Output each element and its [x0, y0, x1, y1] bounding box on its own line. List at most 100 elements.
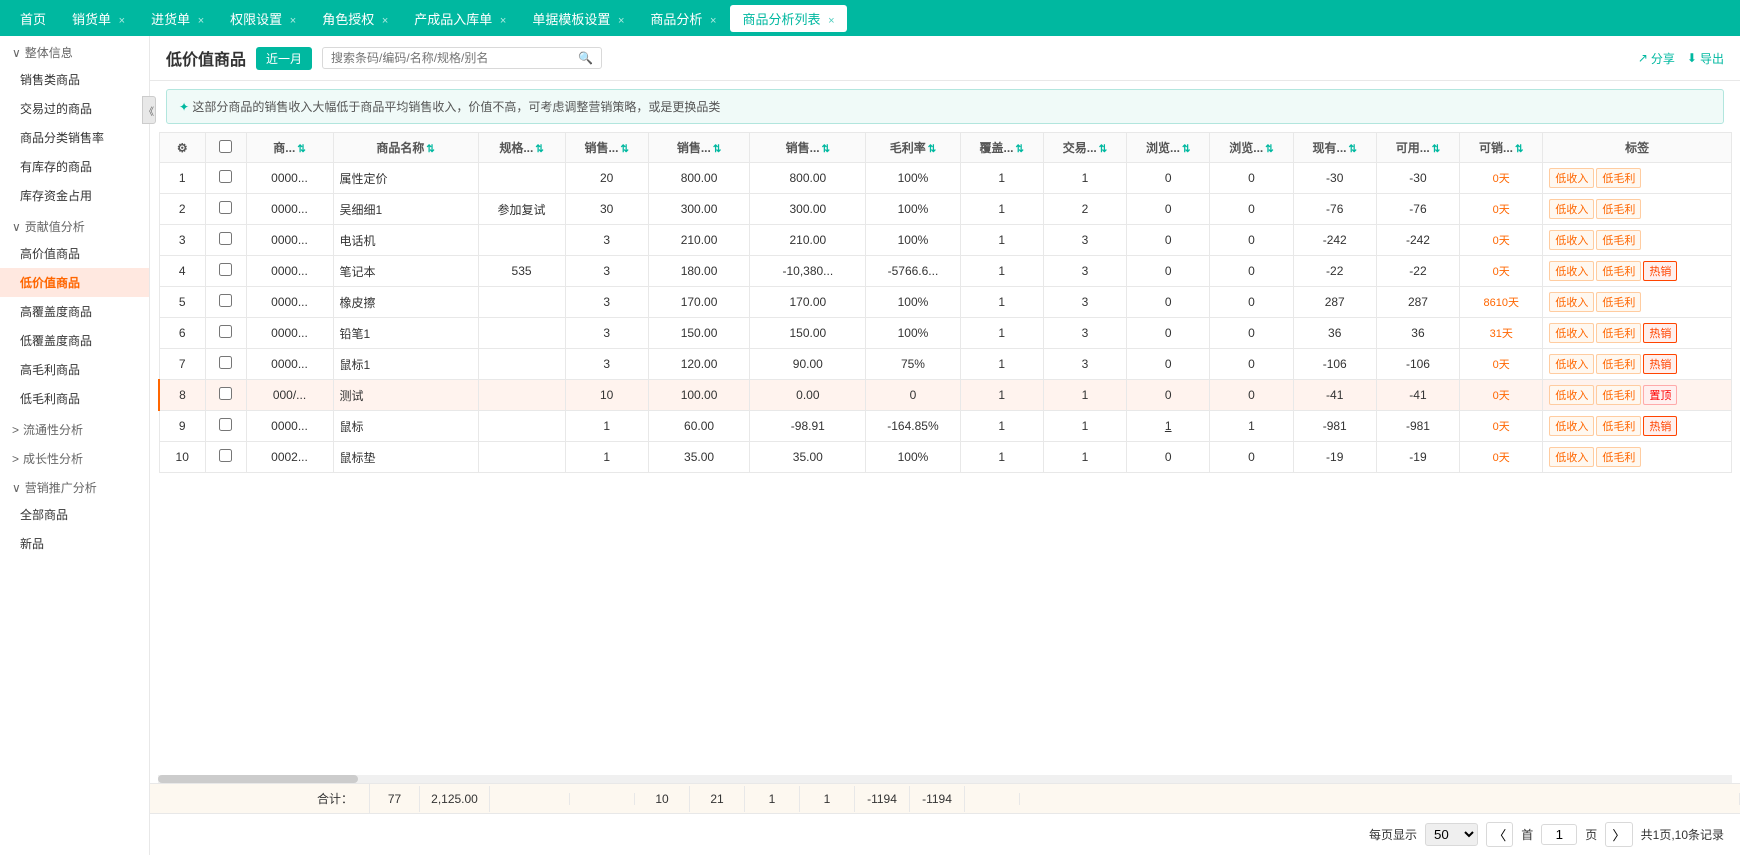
row-checkbox[interactable]	[219, 294, 232, 307]
nav-home[interactable]: 首页	[8, 5, 58, 32]
col-gross[interactable]: 毛利率⇅	[866, 133, 960, 163]
row-checkbox-cell[interactable]	[205, 225, 246, 256]
row-checkbox[interactable]	[219, 325, 232, 338]
row-gross: 100%	[866, 194, 960, 225]
row-sales2: 170.00	[648, 287, 750, 318]
row-sales1: 1	[565, 442, 648, 473]
sidebar-collapse-button[interactable]: 《	[142, 96, 156, 124]
horizontal-scrollbar[interactable]	[158, 775, 1732, 783]
row-checkbox[interactable]	[219, 201, 232, 214]
nav-template[interactable]: 单据模板设置 ×	[520, 5, 636, 32]
next-page-button[interactable]: 〉	[1605, 822, 1632, 847]
row-checkbox-cell[interactable]	[205, 318, 246, 349]
col-browse2[interactable]: 浏览...⇅	[1210, 133, 1293, 163]
col-trade[interactable]: 交易...⇅	[1043, 133, 1126, 163]
nav-permission[interactable]: 权限设置 ×	[218, 5, 308, 32]
row-checkbox-cell[interactable]	[205, 411, 246, 442]
col-sales2[interactable]: 销售...⇅	[648, 133, 750, 163]
sidebar-item-new-goods[interactable]: 新品	[0, 529, 149, 558]
col-browse1[interactable]: 浏览...⇅	[1127, 133, 1210, 163]
sidebar-item-high-coverage[interactable]: 高覆盖度商品	[0, 297, 149, 326]
row-checkbox[interactable]	[219, 232, 232, 245]
nav-purchase[interactable]: 进货单 ×	[139, 5, 216, 32]
col-settings[interactable]: ⚙	[159, 133, 205, 163]
row-checkbox-cell[interactable]	[205, 349, 246, 380]
page-number-input[interactable]	[1541, 824, 1577, 845]
page-size-select[interactable]: 50 100	[1425, 823, 1478, 846]
sidebar-item-high-value[interactable]: 高价值商品	[0, 239, 149, 268]
share-button[interactable]: ↗ 分享	[1638, 50, 1675, 67]
sidebar-group-contribution[interactable]: ∨ 贡献值分析	[0, 210, 149, 239]
footer-avail: -1194	[910, 786, 965, 812]
nav-product-analysis-list[interactable]: 商品分析列表 ×	[730, 5, 846, 32]
browse-count: 0	[1165, 388, 1172, 402]
row-checkbox-cell[interactable]	[205, 194, 246, 225]
browse-link[interactable]: 1	[1165, 419, 1172, 433]
sidebar-item-high-profit[interactable]: 高毛利商品	[0, 355, 149, 384]
days-tag: 31天	[1490, 328, 1513, 340]
select-all-checkbox[interactable]	[219, 140, 232, 153]
sidebar-group-overall[interactable]: ∨ 整体信息	[0, 36, 149, 65]
time-filter-button[interactable]: 近一月	[256, 47, 312, 70]
row-checkbox[interactable]	[219, 387, 232, 400]
nav-sales[interactable]: 销货单 ×	[60, 5, 137, 32]
row-checkbox[interactable]	[219, 170, 232, 183]
row-checkbox-cell[interactable]	[205, 442, 246, 473]
col-name[interactable]: 商品名称⇅	[333, 133, 478, 163]
nav-role[interactable]: 角色授权 ×	[310, 5, 400, 32]
sidebar-item-low-coverage[interactable]: 低覆盖度商品	[0, 326, 149, 355]
sidebar-item-low-profit[interactable]: 低毛利商品	[0, 384, 149, 413]
days-tag: 0天	[1493, 390, 1510, 402]
scrollbar-thumb[interactable]	[158, 775, 358, 783]
sidebar-item-all-goods[interactable]: 全部商品	[0, 500, 149, 529]
row-gross: 100%	[866, 287, 960, 318]
col-checkbox[interactable]	[205, 133, 246, 163]
sidebar-group-circulation[interactable]: > 流通性分析	[0, 413, 149, 442]
row-name: 电话机	[333, 225, 478, 256]
row-tags: 低收入低毛利热销	[1543, 411, 1732, 442]
sidebar-item-category-rate[interactable]: 商品分类销售率	[0, 123, 149, 152]
col-spec[interactable]: 规格...⇅	[478, 133, 565, 163]
row-checkbox[interactable]	[219, 263, 232, 276]
sidebar-item-sales-goods[interactable]: 销售类商品	[0, 65, 149, 94]
search-icon[interactable]: 🔍	[578, 51, 593, 65]
sidebar-group-marketing[interactable]: ∨ 营销推广分析	[0, 471, 149, 500]
row-sales3: 300.00	[750, 194, 866, 225]
info-icon: ✦	[179, 100, 189, 114]
row-checkbox[interactable]	[219, 356, 232, 369]
sidebar-item-stock-capital[interactable]: 库存资金占用	[0, 181, 149, 210]
col-sales3[interactable]: 销售...⇅	[750, 133, 866, 163]
sidebar-item-stock-goods[interactable]: 有库存的商品	[0, 152, 149, 181]
col-code[interactable]: 商...⇅	[246, 133, 333, 163]
row-checkbox-cell[interactable]	[205, 380, 246, 411]
sidebar-item-traded-goods[interactable]: 交易过的商品	[0, 94, 149, 123]
row-checkbox-cell[interactable]	[205, 163, 246, 194]
nav-product-analysis[interactable]: 商品分析 ×	[638, 5, 728, 32]
col-sales1[interactable]: 销售...⇅	[565, 133, 648, 163]
row-checkbox-cell[interactable]	[205, 256, 246, 287]
row-checkbox[interactable]	[219, 449, 232, 462]
nav-product-in[interactable]: 产成品入库单 ×	[402, 5, 518, 32]
row-checkbox[interactable]	[219, 418, 232, 431]
row-avail: 36	[1376, 318, 1459, 349]
browse-count: 0	[1165, 264, 1172, 278]
row-trade: 3	[1043, 349, 1126, 380]
col-saleable[interactable]: 可销...⇅	[1460, 133, 1543, 163]
col-coverage[interactable]: 覆盖...⇅	[960, 133, 1043, 163]
table-area: ⚙ 商...⇅ 商品名称⇅ 规格...⇅ 销售...⇅ 销售...⇅ 销售...…	[150, 132, 1740, 775]
chevron-down-icon: ∨	[12, 481, 21, 495]
row-checkbox-cell[interactable]	[205, 287, 246, 318]
row-spec: 参加复试	[478, 194, 565, 225]
sidebar-group-growth[interactable]: > 成长性分析	[0, 442, 149, 471]
row-tags: 低收入低毛利热销	[1543, 349, 1732, 380]
row-name: 铅笔1	[333, 318, 478, 349]
export-button[interactable]: ⬇ 导出	[1687, 50, 1724, 67]
row-stock: -242	[1293, 225, 1376, 256]
search-input[interactable]	[331, 51, 574, 65]
sidebar-item-low-value[interactable]: 低价值商品	[0, 268, 149, 297]
sidebar: ∨ 整体信息 销售类商品 交易过的商品 商品分类销售率 有库存的商品 库存资金占…	[0, 36, 150, 855]
col-avail[interactable]: 可用...⇅	[1376, 133, 1459, 163]
first-page-button[interactable]: 〈	[1486, 822, 1513, 847]
col-stock[interactable]: 现有...⇅	[1293, 133, 1376, 163]
tag: 热销	[1643, 323, 1677, 343]
